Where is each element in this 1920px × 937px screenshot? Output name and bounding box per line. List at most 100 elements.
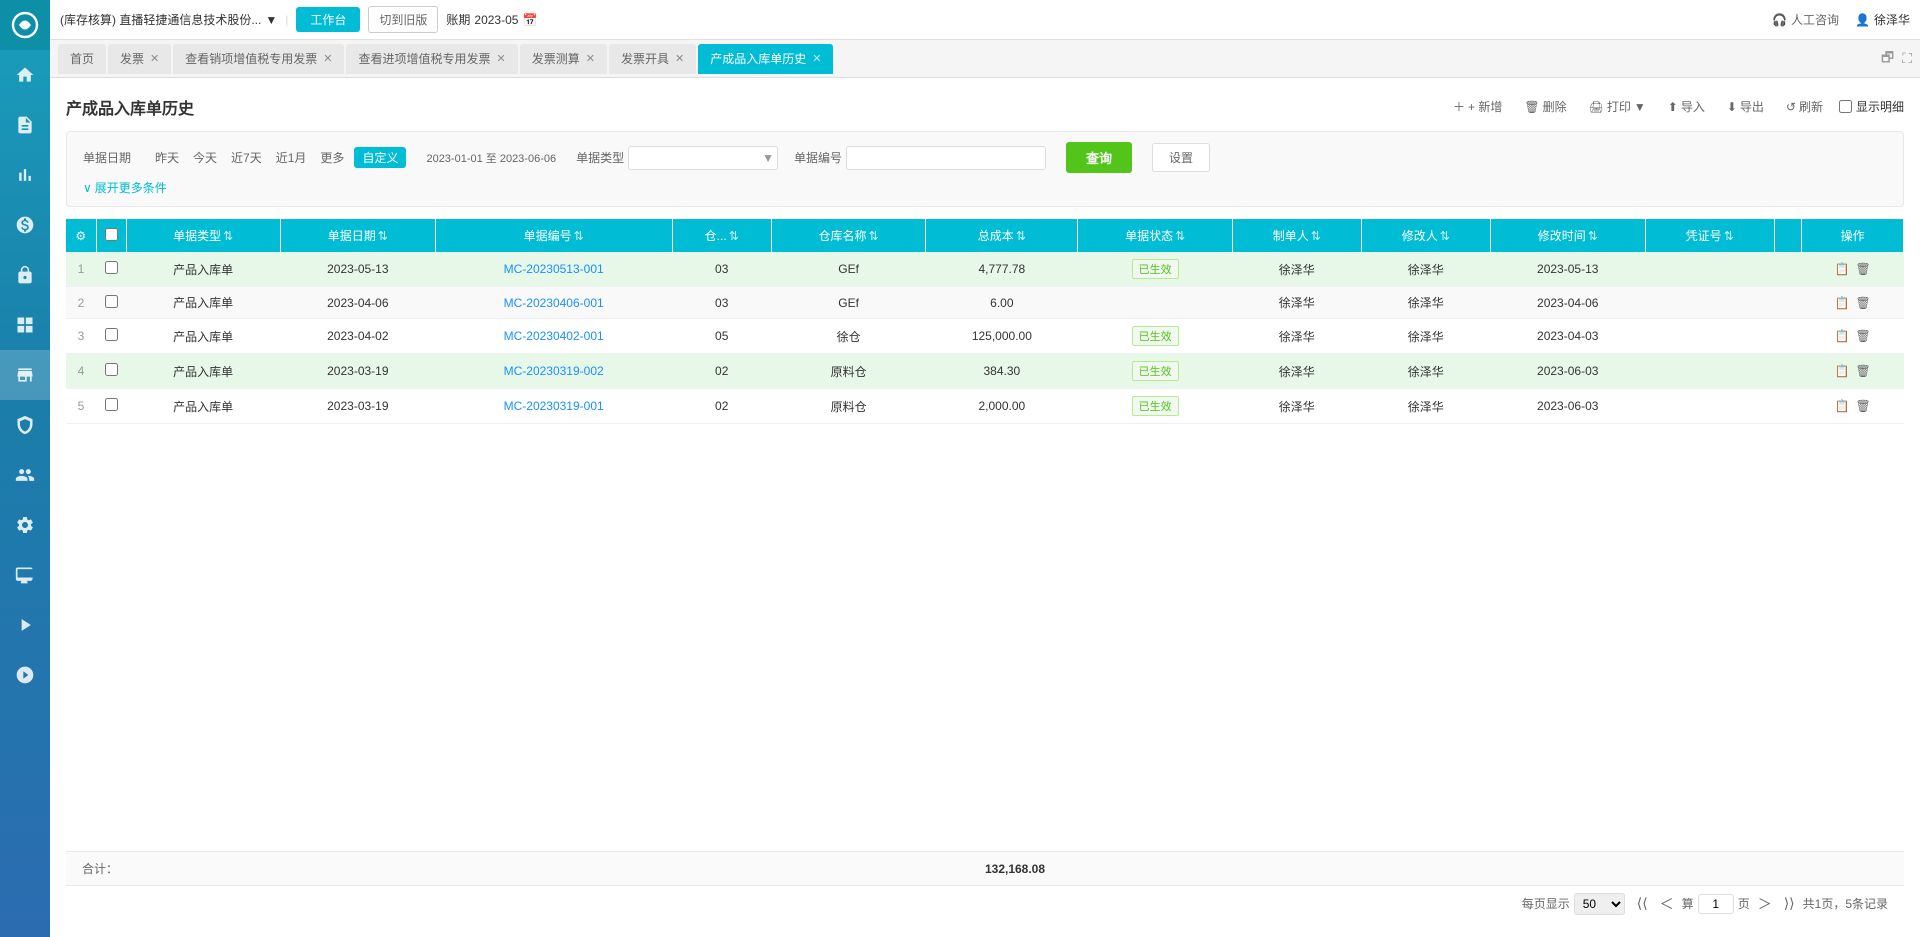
sort-date-icon[interactable]: ⇅ — [378, 229, 388, 243]
sort-voucher-icon[interactable]: ⇅ — [1724, 229, 1734, 243]
row-number-4[interactable]: MC-20230319-001 — [435, 389, 672, 424]
row-checkbox-3[interactable] — [96, 354, 126, 389]
sort-creator-icon[interactable]: ⇅ — [1311, 229, 1321, 243]
tab-purchase-invoice-close[interactable]: ✕ — [497, 52, 506, 65]
row-number-1[interactable]: MC-20230406-001 — [435, 287, 672, 319]
tab-invoice-issue[interactable]: 发票开具 ✕ — [609, 44, 696, 74]
expand-more-button[interactable]: ∨ 展开更多条件 — [83, 179, 1887, 196]
date-more[interactable]: 更多 — [316, 147, 348, 168]
date-yesterday[interactable]: 昨天 — [151, 147, 183, 168]
sidebar-item-people[interactable] — [0, 450, 50, 500]
row-delete-icon-3[interactable]: 🗑 — [1855, 364, 1870, 378]
tab-invoice-close[interactable]: ✕ — [150, 52, 159, 65]
row-number-2[interactable]: MC-20230402-001 — [435, 319, 672, 354]
tab-invoice-calc-close[interactable]: ✕ — [586, 52, 595, 65]
print-button[interactable]: 🖨 打印 ▼ — [1583, 94, 1652, 119]
row-edit-icon-1[interactable]: 📋 — [1834, 296, 1849, 310]
tab-product-warehouse[interactable]: 产成品入库单历史 ✕ — [698, 44, 833, 74]
row-checkbox-0[interactable] — [96, 252, 126, 287]
col-checkbox[interactable] — [96, 219, 126, 252]
user-avatar[interactable]: 👤 徐泽华 — [1855, 11, 1910, 28]
sidebar-item-monitor[interactable] — [0, 550, 50, 600]
sort-type-icon[interactable]: ⇅ — [223, 229, 233, 243]
gear-icon-header[interactable]: ⚙ — [75, 229, 86, 243]
show-details-checkbox[interactable] — [1839, 100, 1852, 113]
col-settings[interactable]: ⚙ — [66, 219, 96, 252]
old-version-button[interactable]: 切到旧版 — [368, 6, 438, 33]
row-edit-icon-4[interactable]: 📋 — [1834, 399, 1849, 413]
sidebar-item-lock[interactable] — [0, 250, 50, 300]
sort-modify-time-icon[interactable]: ⇅ — [1588, 229, 1598, 243]
sidebar-item-version[interactable] — [0, 650, 50, 700]
settings-button[interactable]: 设置 — [1152, 143, 1210, 172]
show-details-toggle[interactable]: 显示明细 — [1839, 98, 1904, 115]
page-number-input[interactable] — [1698, 894, 1734, 914]
row-delete-icon-0[interactable]: 🗑 — [1855, 262, 1870, 276]
prev-page-button[interactable]: ＜ — [1656, 892, 1678, 916]
col-number[interactable]: 单据编号⇅ — [435, 219, 672, 252]
refresh-button[interactable]: ↺ 刷新 — [1780, 94, 1829, 119]
new-button[interactable]: ＋ + 新增 — [1447, 94, 1508, 119]
col-warehouse-name[interactable]: 仓库名称⇅ — [771, 219, 925, 252]
row-number-3[interactable]: MC-20230319-002 — [435, 354, 672, 389]
date-custom[interactable]: 自定义 — [354, 147, 406, 168]
tab-product-warehouse-close[interactable]: ✕ — [812, 52, 821, 65]
maximize-button[interactable]: ⛶ — [1902, 50, 1912, 67]
tab-purchase-invoice[interactable]: 查看进项增值税专用发票 ✕ — [346, 44, 517, 74]
sidebar-item-document[interactable] — [0, 100, 50, 150]
doc-type-select[interactable] — [628, 146, 778, 170]
row-edit-icon-0[interactable]: 📋 — [1834, 262, 1849, 276]
col-total-cost[interactable]: 总成本⇅ — [926, 219, 1078, 252]
sidebar-item-finance[interactable] — [0, 200, 50, 250]
col-status[interactable]: 单据状态⇅ — [1078, 219, 1232, 252]
company-selector[interactable]: (库存核算) 直播轻捷通信息技术股份... ▼ — [60, 11, 277, 28]
row-checkbox-4[interactable] — [96, 389, 126, 424]
export-button[interactable]: ⬇ 导出 — [1721, 94, 1770, 119]
select-all-checkbox[interactable] — [105, 228, 118, 241]
col-warehouse-code[interactable]: 仓...⇅ — [672, 219, 771, 252]
tab-sales-invoice-close[interactable]: ✕ — [323, 52, 332, 65]
col-modify-time[interactable]: 修改时间⇅ — [1490, 219, 1645, 252]
row-delete-icon-1[interactable]: 🗑 — [1855, 296, 1870, 310]
sidebar-item-home[interactable] — [0, 50, 50, 100]
sort-number-icon[interactable]: ⇅ — [574, 229, 584, 243]
import-button[interactable]: ⬆ 导入 — [1662, 94, 1711, 119]
col-creator[interactable]: 制单人⇅ — [1232, 219, 1361, 252]
row-edit-icon-3[interactable]: 📋 — [1834, 364, 1849, 378]
delete-button[interactable]: 🗑 删除 — [1518, 94, 1572, 119]
sort-status-icon[interactable]: ⇅ — [1175, 229, 1185, 243]
row-edit-icon-2[interactable]: 📋 — [1834, 329, 1849, 343]
print-dropdown-icon[interactable]: ▼ — [1634, 100, 1646, 114]
tab-home[interactable]: 首页 — [58, 44, 106, 74]
tab-invoice[interactable]: 发票 ✕ — [108, 44, 171, 74]
row-checkbox-1[interactable] — [96, 287, 126, 319]
row-delete-icon-2[interactable]: 🗑 — [1855, 329, 1870, 343]
sidebar-item-grid[interactable] — [0, 300, 50, 350]
next-page-button[interactable]: ＞ — [1754, 892, 1776, 916]
sidebar-item-play[interactable] — [0, 600, 50, 650]
sort-modifier-icon[interactable]: ⇅ — [1440, 229, 1450, 243]
query-button[interactable]: 查询 — [1066, 142, 1132, 173]
sort-warehouse-name-icon[interactable]: ⇅ — [869, 229, 879, 243]
row-delete-icon-4[interactable]: 🗑 — [1855, 399, 1870, 413]
doc-number-input[interactable] — [846, 146, 1046, 170]
sort-warehouse-code-icon[interactable]: ⇅ — [729, 229, 739, 243]
date-1month[interactable]: 近1月 — [272, 147, 311, 168]
company-dropdown-icon[interactable]: ▼ — [265, 13, 277, 27]
sidebar-item-chart[interactable] — [0, 150, 50, 200]
tab-invoice-issue-close[interactable]: ✕ — [675, 52, 684, 65]
col-date[interactable]: 单据日期⇅ — [280, 219, 435, 252]
date-today[interactable]: 今天 — [189, 147, 221, 168]
tab-sales-invoice[interactable]: 查看销项增值税专用发票 ✕ — [173, 44, 344, 74]
date-7days[interactable]: 近7天 — [227, 147, 266, 168]
col-type[interactable]: 单据类型⇅ — [126, 219, 280, 252]
row-number-0[interactable]: MC-20230513-001 — [435, 252, 672, 287]
sidebar-item-settings[interactable] — [0, 500, 50, 550]
sidebar-item-inventory[interactable] — [0, 350, 50, 400]
workbench-button[interactable]: 工作台 — [296, 7, 360, 32]
col-voucher[interactable]: 凭证号⇅ — [1645, 219, 1774, 252]
last-page-button[interactable]: ⟩⟩ — [1780, 893, 1799, 914]
sidebar-item-stamp[interactable] — [0, 400, 50, 450]
row-checkbox-2[interactable] — [96, 319, 126, 354]
period-calendar-icon[interactable]: 📅 — [522, 13, 537, 27]
